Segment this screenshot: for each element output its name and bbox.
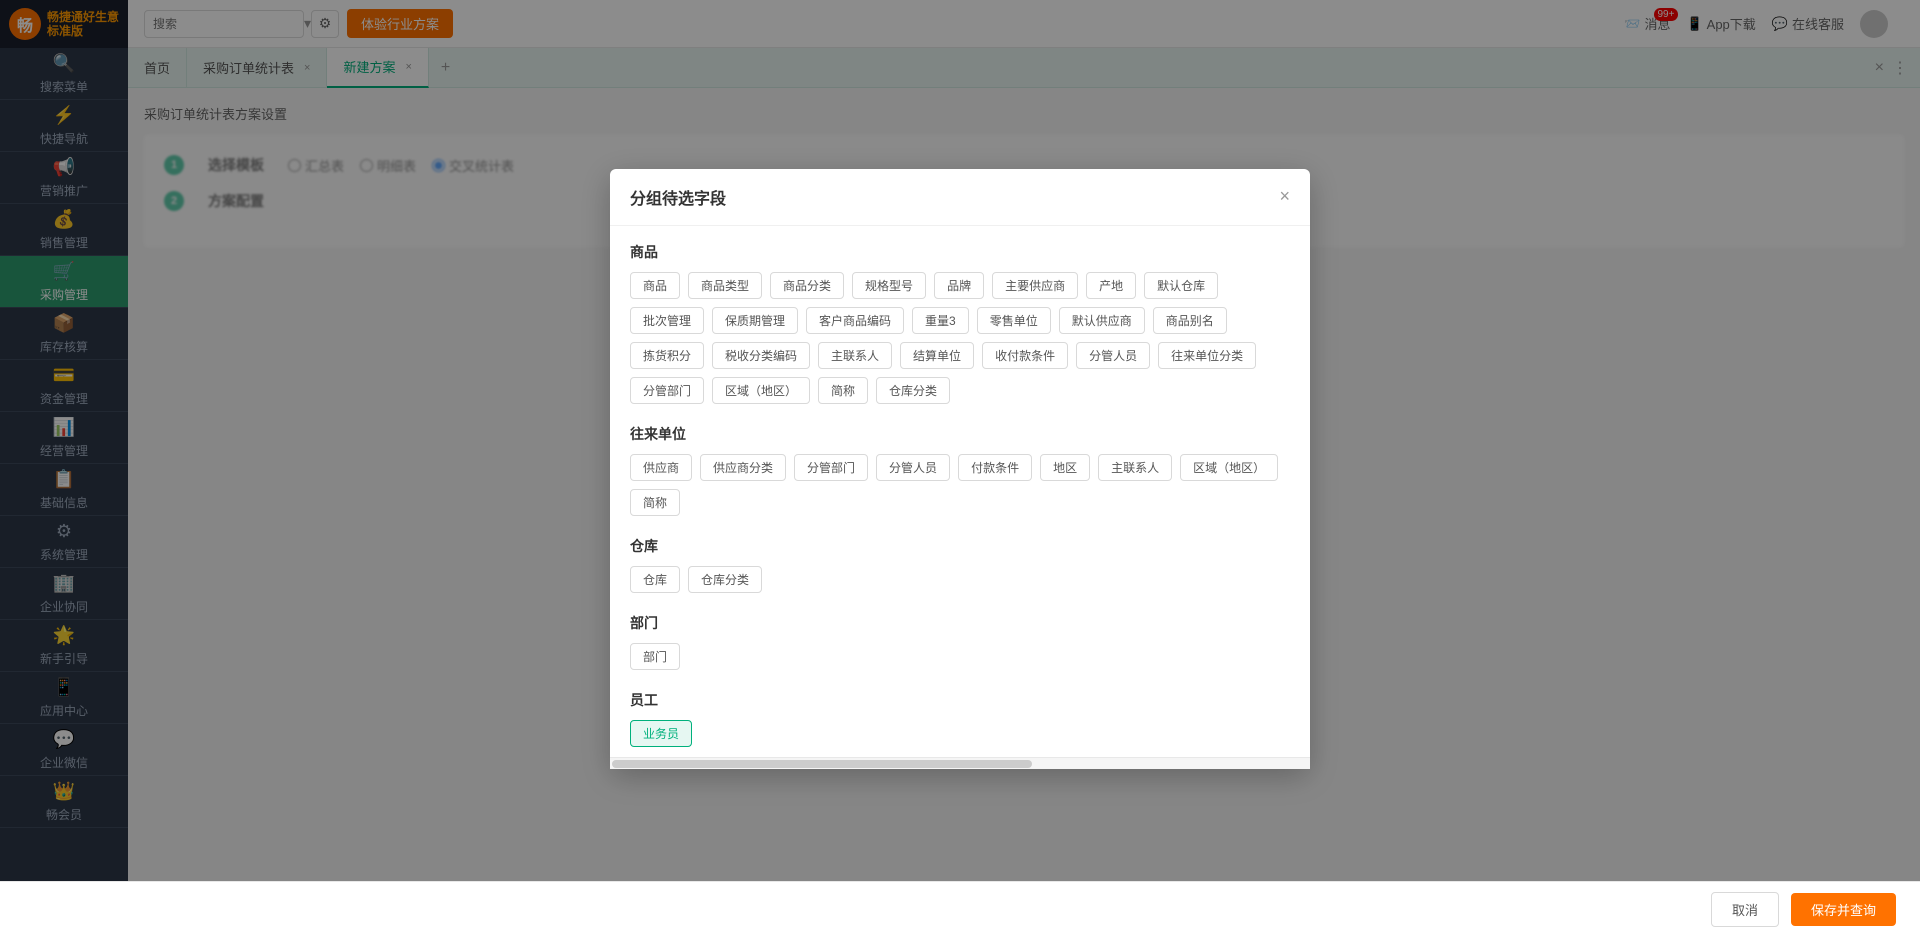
field-tag-供应商分类[interactable]: 供应商分类 bbox=[700, 454, 786, 481]
field-tag-默认供应商[interactable]: 默认供应商 bbox=[1059, 307, 1145, 334]
field-tag-主要供应商[interactable]: 主要供应商 bbox=[992, 272, 1078, 299]
field-tag-分管人员[interactable]: 分管人员 bbox=[1076, 342, 1150, 369]
modal-title: 分组待选字段 bbox=[630, 185, 726, 209]
section-partner: 往来单位供应商供应商分类分管部门分管人员付款条件地区主联系人区域（地区） 简称 bbox=[630, 424, 1290, 516]
cancel-button[interactable]: 取消 bbox=[1711, 892, 1779, 927]
field-tag-商品[interactable]: 商品 bbox=[630, 272, 680, 299]
field-tag-分管部门[interactable]: 分管部门 bbox=[794, 454, 868, 481]
field-tag-部门[interactable]: 部门 bbox=[630, 643, 680, 670]
field-tag-地区[interactable]: 地区 bbox=[1040, 454, 1090, 481]
field-tags-partner: 供应商供应商分类分管部门分管人员付款条件地区主联系人区域（地区） 简称 bbox=[630, 454, 1290, 516]
field-tag-简称[interactable]: 简称 bbox=[818, 377, 868, 404]
field-tag-主联系人[interactable]: 主联系人 bbox=[818, 342, 892, 369]
section-title-partner: 往来单位 bbox=[630, 424, 1290, 444]
field-tag-往来单位分类[interactable]: 往来单位分类 bbox=[1158, 342, 1256, 369]
field-tags-warehouse: 仓库仓库分类 bbox=[630, 566, 1290, 593]
modal-body[interactable]: 商品商品商品类型商品分类规格型号品牌主要供应商产地默认仓库批次管理保质期管理客户… bbox=[610, 226, 1310, 757]
field-tag-默认仓库[interactable]: 默认仓库 bbox=[1144, 272, 1218, 299]
field-tag-重量3[interactable]: 重量3 bbox=[912, 307, 969, 334]
field-tag-税收分类编码[interactable]: 税收分类编码 bbox=[712, 342, 810, 369]
save-button[interactable]: 保存并查询 bbox=[1791, 893, 1896, 926]
section-title-employee: 员工 bbox=[630, 690, 1290, 710]
field-tag-供应商[interactable]: 供应商 bbox=[630, 454, 692, 481]
field-tag-仓库[interactable]: 仓库 bbox=[630, 566, 680, 593]
field-tag-区域（地区）[interactable]: 区域（地区） bbox=[1180, 454, 1278, 481]
field-tag-区域（地区）[interactable]: 区域（地区） bbox=[712, 377, 810, 404]
field-tag-品牌[interactable]: 品牌 bbox=[934, 272, 984, 299]
field-tag-仓库分类[interactable]: 仓库分类 bbox=[688, 566, 762, 593]
field-tag-规格型号[interactable]: 规格型号 bbox=[852, 272, 926, 299]
section-warehouse: 仓库仓库仓库分类 bbox=[630, 536, 1290, 593]
section-department: 部门部门 bbox=[630, 613, 1290, 670]
section-employee: 员工业务员 bbox=[630, 690, 1290, 747]
field-tag-商品分类[interactable]: 商品分类 bbox=[770, 272, 844, 299]
field-tag-保质期管理[interactable]: 保质期管理 bbox=[712, 307, 798, 334]
field-tag-拣货积分[interactable]: 拣货积分 bbox=[630, 342, 704, 369]
modal-close-btn[interactable]: × bbox=[1279, 186, 1290, 207]
field-tag-分管人员[interactable]: 分管人员 bbox=[876, 454, 950, 481]
modal-hscroll-thumb bbox=[612, 760, 1032, 768]
modal: 分组待选字段 × 商品商品商品类型商品分类规格型号品牌主要供应商产地默认仓库批次… bbox=[610, 169, 1310, 769]
field-tag-付款条件[interactable]: 付款条件 bbox=[958, 454, 1032, 481]
field-tags-department: 部门 bbox=[630, 643, 1290, 670]
field-tag-简称[interactable]: 简称 bbox=[630, 489, 680, 516]
section-title-warehouse: 仓库 bbox=[630, 536, 1290, 556]
field-tag-产地[interactable]: 产地 bbox=[1086, 272, 1136, 299]
field-tag-仓库分类[interactable]: 仓库分类 bbox=[876, 377, 950, 404]
field-tag-结算单位[interactable]: 结算单位 bbox=[900, 342, 974, 369]
field-tag-商品类型[interactable]: 商品类型 bbox=[688, 272, 762, 299]
field-tag-商品别名[interactable]: 商品别名 bbox=[1153, 307, 1227, 334]
field-tags-product: 商品商品类型商品分类规格型号品牌主要供应商产地默认仓库批次管理保质期管理客户商品… bbox=[630, 272, 1290, 404]
bottom-bar: 取消 保存并查询 bbox=[0, 881, 1920, 937]
field-tag-主联系人[interactable]: 主联系人 bbox=[1098, 454, 1172, 481]
section-product: 商品商品商品类型商品分类规格型号品牌主要供应商产地默认仓库批次管理保质期管理客户… bbox=[630, 242, 1290, 404]
field-tag-分管部门[interactable]: 分管部门 bbox=[630, 377, 704, 404]
field-tag-客户商品编码[interactable]: 客户商品编码 bbox=[806, 307, 904, 334]
field-tag-批次管理[interactable]: 批次管理 bbox=[630, 307, 704, 334]
modal-overlay: 分组待选字段 × 商品商品商品类型商品分类规格型号品牌主要供应商产地默认仓库批次… bbox=[0, 0, 1920, 937]
section-title-department: 部门 bbox=[630, 613, 1290, 633]
field-tag-收付款条件[interactable]: 收付款条件 bbox=[982, 342, 1068, 369]
field-tag-业务员[interactable]: 业务员 bbox=[630, 720, 692, 747]
section-title-product: 商品 bbox=[630, 242, 1290, 262]
modal-header: 分组待选字段 × bbox=[610, 169, 1310, 226]
modal-horizontal-scrollbar[interactable] bbox=[610, 757, 1310, 769]
field-tags-employee: 业务员 bbox=[630, 720, 1290, 747]
field-tag-零售单位[interactable]: 零售单位 bbox=[977, 307, 1051, 334]
